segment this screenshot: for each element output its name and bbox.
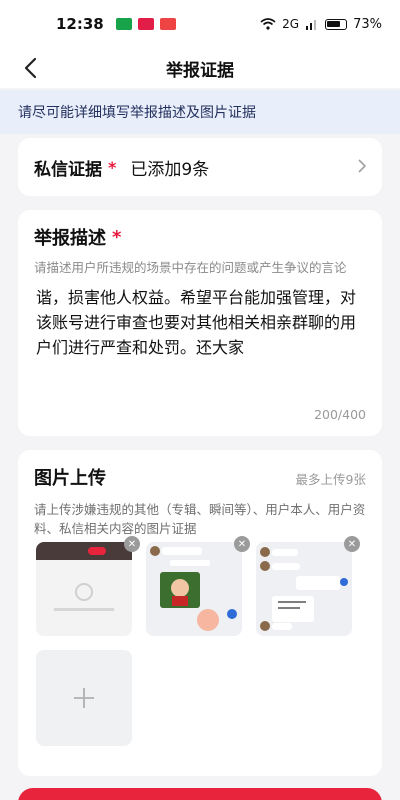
battery-icon	[325, 18, 348, 30]
image-upload-card: 图片上传 最多上传9张 请上传涉嫌违规的其他（专辑、瞬间等）、用户本人、用户资料…	[18, 450, 382, 776]
image-thumbnail[interactable]	[146, 542, 242, 636]
private-message-label: 私信证据	[34, 159, 102, 180]
upload-header: 图片上传 最多上传9张	[34, 464, 366, 490]
screenshot-preview	[36, 542, 132, 636]
required-mark: *	[108, 157, 117, 177]
plus-icon	[73, 680, 95, 716]
chat-screenshot-preview	[146, 542, 242, 636]
image-thumbnail[interactable]	[256, 542, 352, 636]
upload-title: 图片上传	[34, 468, 106, 489]
upload-hint: 请上传涉嫌违规的其他（专辑、瞬间等）、用户本人、用户资料、私信相关内容的图片证据	[34, 502, 366, 536]
app-icon	[137, 18, 154, 30]
character-count: 200/400	[314, 407, 366, 422]
description-textarea[interactable]: 谐，损害他人权益。希望平台能加强管理，对该账号进行审查也要对其他相关相亲群聊的用…	[34, 285, 366, 367]
submit-button[interactable]	[18, 788, 382, 800]
instruction-banner: 请尽可能详细填写举报描述及图片证据	[0, 90, 400, 134]
signal-icon	[306, 20, 317, 30]
chat-screenshot-preview	[256, 542, 352, 636]
uploaded-images: ✕ ✕ ✕	[36, 536, 366, 662]
private-message-count: 已添加9条	[130, 159, 210, 180]
app-icon	[159, 18, 176, 30]
wifi-icon	[260, 18, 276, 30]
description-title-row: 举报描述 *	[34, 224, 366, 250]
status-time: 12:38	[56, 15, 104, 33]
image-thumbnail[interactable]	[36, 542, 132, 636]
app-icon	[115, 18, 132, 30]
header-bar: 举报证据	[0, 48, 400, 88]
remove-image-button[interactable]: ✕	[234, 536, 250, 552]
chevron-right-icon	[358, 157, 367, 178]
upload-limit: 最多上传9张	[295, 472, 366, 487]
description-hint: 请描述用户所违规的场景中存在的问题或产生争议的言论	[34, 260, 347, 275]
description-title: 举报描述	[34, 228, 106, 249]
status-app-icons	[115, 18, 176, 30]
required-mark: *	[112, 226, 122, 248]
add-image-button[interactable]	[36, 650, 132, 746]
description-card: 举报描述 * 请描述用户所违规的场景中存在的问题或产生争议的言论 谐，损害他人权…	[18, 210, 382, 436]
remove-image-button[interactable]: ✕	[344, 536, 360, 552]
status-bar: 12:38 2G 73%	[0, 0, 400, 48]
page-title: 举报证据	[166, 60, 234, 81]
back-button[interactable]	[14, 52, 46, 84]
battery-percent: 73%	[353, 16, 382, 32]
network-label: 2G	[282, 17, 300, 31]
chevron-left-icon	[24, 57, 37, 79]
private-message-evidence-row[interactable]: 私信证据 * 已添加9条	[18, 138, 382, 196]
status-right: 2G 73%	[260, 17, 382, 32]
remove-image-button[interactable]: ✕	[124, 536, 140, 552]
